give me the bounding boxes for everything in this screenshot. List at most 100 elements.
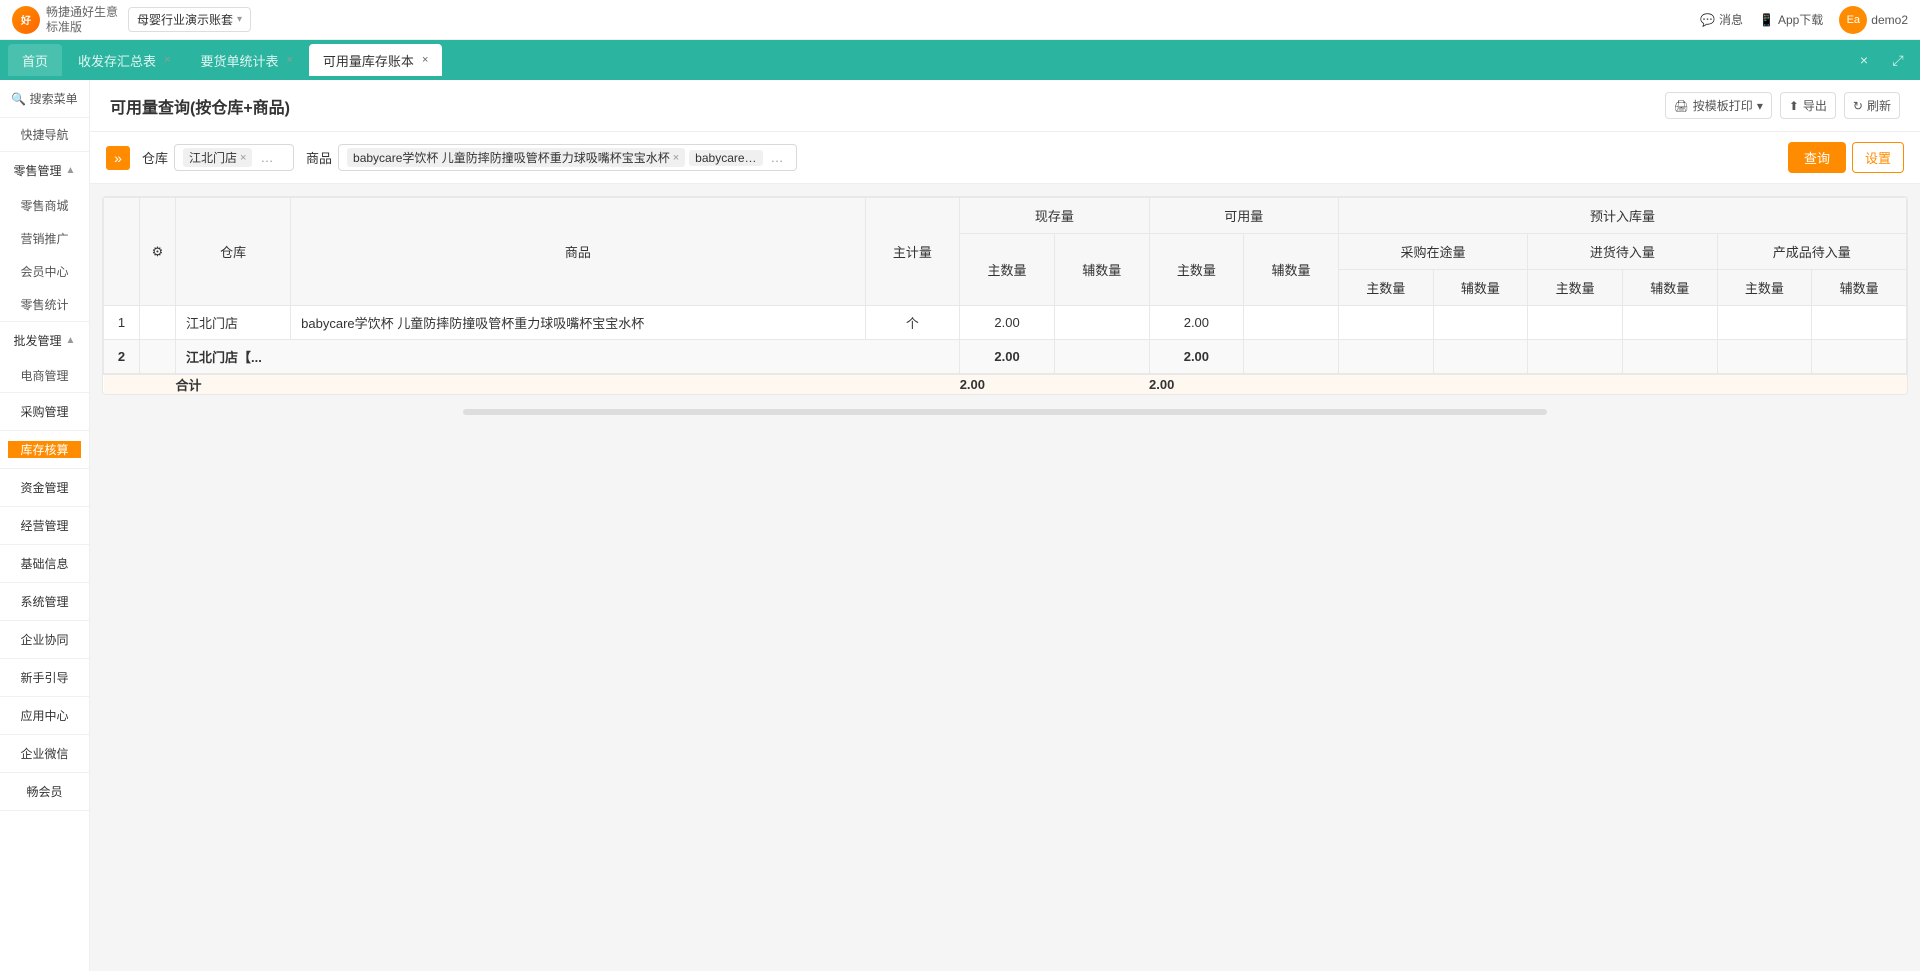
fullscreen-btn[interactable]: ⤢ [1884, 46, 1912, 74]
cell-stock-aux-1 [1054, 306, 1149, 340]
close-keyongliang-icon[interactable]: × [422, 54, 428, 66]
export-icon: ⬆ [1789, 99, 1799, 113]
tab-yaohuo[interactable]: 要货单统计表 × [186, 44, 306, 76]
refresh-btn[interactable]: ↻ 刷新 [1844, 92, 1900, 119]
filter-actions: 查询 设置 [1788, 142, 1904, 173]
th-rownum [104, 198, 140, 306]
sidebar-item-retail-mall[interactable]: 零售商城 [0, 189, 89, 222]
inventory-label[interactable]: 库存核算 [8, 441, 81, 458]
store-selector[interactable]: 母婴行业演示账套 ▾ [128, 7, 251, 32]
cell-product-1: babycare学饮杯 儿童防摔防撞吸管杯重力球吸嘴杯宝宝水杯 [291, 306, 865, 340]
zero-retail-label: 零售管理 [14, 162, 62, 179]
close-yaohuo-icon[interactable]: × [286, 54, 292, 66]
sidebar-item-retail-stats[interactable]: 零售统计 [0, 288, 89, 321]
message-btn[interactable]: 💬 消息 [1700, 11, 1743, 28]
top-bar: 好 畅捷通好生意 标准版 母婴行业演示账套 ▾ 💬 消息 📱 App下载 Ea … [0, 0, 1920, 40]
sidebar-item-marketing[interactable]: 营销推广 [0, 222, 89, 255]
cell-avail-main-sub: 2.00 [1149, 340, 1244, 375]
mobile-icon: 📱 [1759, 13, 1774, 27]
footer-production-aux [1812, 374, 1907, 394]
print-btn[interactable]: 🖨 按模板打印 ▾ [1665, 92, 1772, 119]
tab-keyongliang[interactable]: 可用量库存账本 × [309, 44, 442, 76]
horizontal-scroll-area[interactable] [90, 407, 1920, 417]
avatar: Ea [1839, 6, 1867, 34]
sidebar-group-wholesale-title[interactable]: 批发管理 ▲ [0, 322, 89, 359]
sidebar-group-system-title[interactable]: 系统管理 [0, 583, 89, 620]
sidebar-group-zero-retail: 零售管理 ▲ 零售商城 营销推广 会员中心 零售统计 [0, 152, 89, 322]
collab-label: 企业协同 [20, 631, 68, 648]
sidebar-group-operations: 经营管理 [0, 507, 89, 545]
footer-total-label: 合计 [176, 374, 960, 394]
sidebar-group-collab-title[interactable]: 企业协同 [0, 621, 89, 658]
th-settings[interactable]: ⚙ [140, 198, 176, 306]
warehouse-more-btn[interactable]: … [256, 150, 277, 165]
sidebar-group-zero-retail-title[interactable]: 零售管理 ▲ [0, 152, 89, 189]
wechat-label: 企业微信 [20, 745, 68, 762]
sidebar: 🔍 搜索菜单 快捷导航 零售管理 ▲ 零售商城 营销推广 会员中心 零售统计 批… [0, 80, 90, 971]
warehouse-tag-close[interactable]: × [240, 152, 246, 164]
page-title: 可用量查询(按仓库+商品) [110, 94, 290, 118]
sidebar-group-wechat-title[interactable]: 企业微信 [0, 735, 89, 772]
user-profile[interactable]: Ea demo2 [1839, 6, 1908, 34]
th-product: 商品 [291, 198, 865, 306]
cell-rownum-1: 1 [104, 306, 140, 340]
tab-home[interactable]: 首页 [8, 44, 62, 76]
main-layout: 🔍 搜索菜单 快捷导航 零售管理 ▲ 零售商城 营销推广 会员中心 零售统计 批… [0, 80, 1920, 971]
th-stock-header: 现存量 [960, 198, 1149, 234]
cell-purchase-main-sub [1338, 340, 1433, 375]
settings-button[interactable]: 设置 [1852, 142, 1904, 173]
product-filter-input[interactable]: babycare学饮杯 儿童防摔防撞吸管杯重力球吸嘴杯宝宝水杯 × babyca… [338, 144, 797, 171]
sidebar-group-vip-title[interactable]: 畅会员 [0, 773, 89, 810]
th-production-header: 产成品待入量 [1717, 234, 1906, 270]
cell-incoming-aux-1 [1622, 306, 1717, 340]
sidebar-search[interactable]: 🔍 搜索菜单 [0, 80, 89, 118]
product-filter-label: 商品 [306, 148, 332, 167]
query-button[interactable]: 查询 [1788, 142, 1846, 173]
sidebar-quick-nav[interactable]: 快捷导航 [0, 118, 89, 152]
sidebar-group-newbie-title[interactable]: 新手引导 [0, 659, 89, 696]
close-all-tabs-btn[interactable]: × [1850, 46, 1878, 74]
main-table: ⚙ 仓库 商品 主计量 现存量 可用量 预计入库量 主数量 辅数量 主数量 辅数… [103, 197, 1907, 394]
sidebar-group-finance: 资金管理 [0, 469, 89, 507]
cell-rownum-sub: 2 [104, 340, 140, 375]
sidebar-group-purchase-title[interactable]: 采购管理 [0, 393, 89, 430]
product-more-btn[interactable]: … [767, 150, 788, 165]
sidebar-group-wholesale: 批发管理 ▲ 电商管理 [0, 322, 89, 393]
sidebar-group-system: 系统管理 [0, 583, 89, 621]
warehouse-filter-input[interactable]: 江北门店 × … [174, 144, 294, 171]
sidebar-item-member[interactable]: 会员中心 [0, 255, 89, 288]
table-header-row-1: ⚙ 仓库 商品 主计量 现存量 可用量 预计入库量 [104, 198, 1907, 234]
tab-shoufashou[interactable]: 收发存汇总表 × [64, 44, 184, 76]
sidebar-group-inventory-title[interactable]: 库存核算 [0, 431, 89, 468]
th-production-aux: 辅数量 [1812, 270, 1907, 306]
sidebar-group-appstore-title[interactable]: 应用中心 [0, 697, 89, 734]
th-available-header: 可用量 [1149, 198, 1338, 234]
table-row: 1 江北门店 babycare学饮杯 儿童防摔防撞吸管杯重力球吸嘴杯宝宝水杯 个… [104, 306, 1907, 340]
sidebar-group-finance-title[interactable]: 资金管理 [0, 469, 89, 506]
footer-empty-2 [140, 374, 176, 394]
cell-incoming-main-1 [1528, 306, 1623, 340]
app-download-btn[interactable]: 📱 App下载 [1759, 11, 1823, 28]
cell-production-aux-1 [1812, 306, 1907, 340]
filter-area: » 仓库 江北门店 × … 商品 babycare学饮杯 儿童防摔防撞吸管杯重力… [90, 132, 1920, 184]
th-avail-aux: 辅数量 [1244, 234, 1339, 306]
filter-expand-btn[interactable]: » [106, 146, 130, 170]
page-header: 可用量查询(按仓库+商品) 🖨 按模板打印 ▾ ⬆ 导出 ↻ 刷新 [90, 80, 1920, 132]
footer-incoming-aux [1622, 374, 1717, 394]
th-stock-aux: 辅数量 [1054, 234, 1149, 306]
sidebar-group-basics-title[interactable]: 基础信息 [0, 545, 89, 582]
close-shoufashou-icon[interactable]: × [164, 54, 170, 66]
sidebar-item-ecommerce[interactable]: 电商管理 [0, 359, 89, 392]
th-avail-main: 主数量 [1149, 234, 1244, 306]
cell-purchase-aux-sub [1433, 340, 1528, 375]
top-bar-left: 好 畅捷通好生意 标准版 母婴行业演示账套 ▾ [12, 5, 251, 34]
sidebar-group-operations-title[interactable]: 经营管理 [0, 507, 89, 544]
cell-purchase-aux-1 [1433, 306, 1528, 340]
cell-unit-1: 个 [865, 306, 960, 340]
export-btn[interactable]: ⬆ 导出 [1780, 92, 1836, 119]
cell-incoming-main-sub [1528, 340, 1623, 375]
footer-stock-main: 2.00 [960, 374, 1055, 394]
cell-production-aux-sub [1812, 340, 1907, 375]
th-incoming-main: 主数量 [1528, 270, 1623, 306]
product-tag-1-close[interactable]: × [673, 152, 679, 164]
